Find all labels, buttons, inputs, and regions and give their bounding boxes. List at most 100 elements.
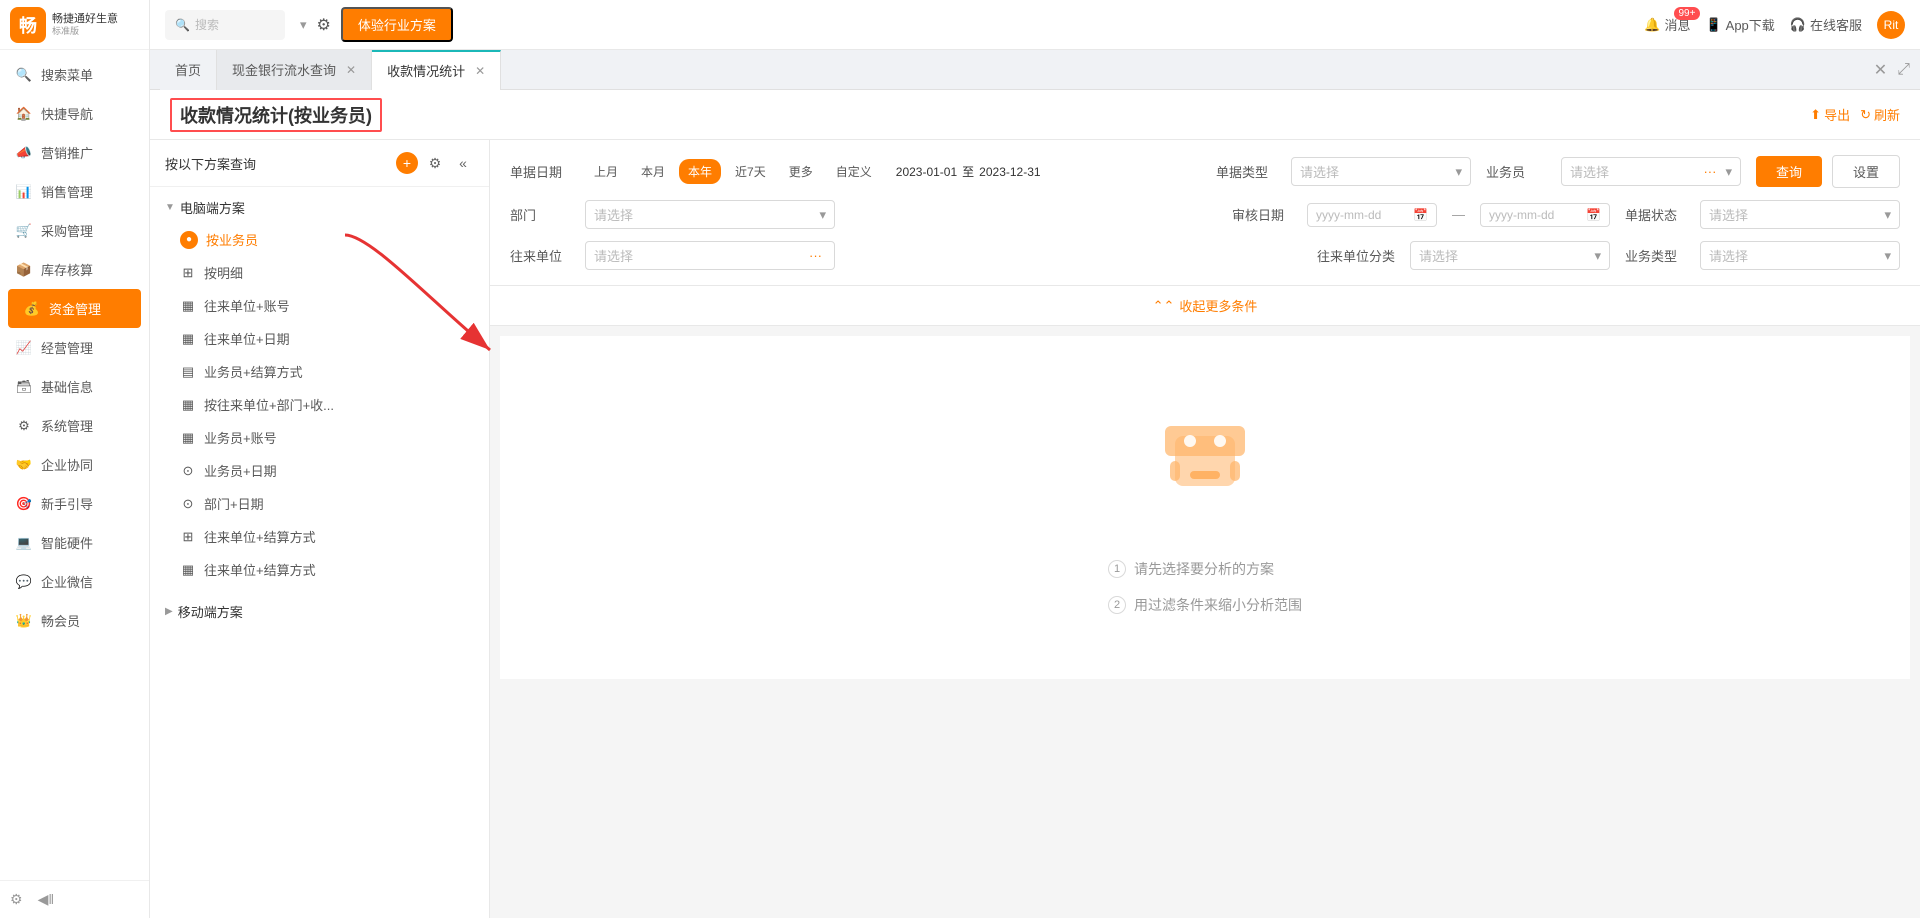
review-date-from-input[interactable]: yyyy-mm-dd 📅 bbox=[1307, 203, 1437, 227]
topnav-gear-icon[interactable]: ⚙ bbox=[317, 15, 331, 35]
sidebar-item-inventory[interactable]: 📦 库存核算 bbox=[0, 250, 149, 289]
scheme-item-partner-dept[interactable]: ▦ 按往来单位+部门+收... bbox=[150, 388, 489, 421]
sidebar-item-system[interactable]: ⚙ 系统管理 bbox=[0, 406, 149, 445]
close-all-tabs-icon[interactable]: ✕ bbox=[1874, 60, 1887, 80]
scheme-item-partner-account[interactable]: ▦ 往来单位+账号 bbox=[150, 289, 489, 322]
scheme-item-partner-settle1[interactable]: ⊞ 往来单位+结算方式 bbox=[150, 520, 489, 553]
left-panel-header-actions: + ⚙ « bbox=[396, 152, 474, 174]
biz-type-select[interactable]: 请选择 ▾ bbox=[1700, 241, 1900, 270]
desktop-section-toggle[interactable]: ▼ 电脑端方案 bbox=[150, 192, 489, 223]
scheme-item-partner-settle2[interactable]: ▦ 往来单位+结算方式 bbox=[150, 553, 489, 586]
dept-chevron-icon: ▾ bbox=[819, 207, 826, 223]
sidebar-item-smart[interactable]: 💻 智能硬件 bbox=[0, 523, 149, 562]
database-icon: 🗃 bbox=[15, 378, 33, 396]
topnav-dropdown-icon[interactable]: ▾ bbox=[300, 17, 307, 33]
review-date-to-input[interactable]: yyyy-mm-dd 📅 bbox=[1480, 203, 1610, 227]
collapse-more-conditions-bar[interactable]: ⌃⌃ 收起更多条件 bbox=[490, 286, 1920, 326]
topnav: 🔍 搜索 ▾ ⚙ 体验行业方案 🔔 消息 99+ 📱 App下载 🎧 在线客服 … bbox=[150, 0, 1920, 50]
sidebar-item-purchase[interactable]: 🛒 采购管理 bbox=[0, 211, 149, 250]
settings-bottom-icon[interactable]: ⚙ bbox=[10, 891, 23, 908]
online-service-button[interactable]: 🎧 在线客服 bbox=[1790, 15, 1862, 34]
scheme-settings-icon[interactable]: ⚙ bbox=[424, 152, 446, 174]
dept-label: 部门 bbox=[510, 205, 570, 224]
sidebar-item-guide[interactable]: 🎯 新手引导 bbox=[0, 484, 149, 523]
tree-section-desktop: ▼ 电脑端方案 ● 按业务员 ⊞ 按明细 ▦ 往来单位+账号 ▦ bbox=[150, 187, 489, 591]
partner-category-select[interactable]: 请选择 ▾ bbox=[1410, 241, 1610, 270]
query-button[interactable]: 查询 bbox=[1756, 156, 1822, 187]
calendar-from-icon[interactable]: 📅 bbox=[1413, 208, 1428, 222]
page-title: 收款情况统计(按业务员) bbox=[170, 98, 382, 132]
avatar: Rit bbox=[1877, 11, 1905, 39]
date-range-display: 2023-01-01 至 2023-12-31 bbox=[896, 163, 1041, 180]
sidebar-item-finance[interactable]: 💰 资金管理 bbox=[8, 289, 141, 328]
partner-more-icon[interactable]: ··· bbox=[809, 248, 822, 263]
doc-type-select[interactable]: 请选择 ▾ bbox=[1291, 157, 1471, 186]
sidebar-bottom: ⚙ ◀‖ bbox=[0, 880, 149, 918]
refresh-button[interactable]: ↻ 刷新 bbox=[1860, 105, 1900, 124]
more-options-icon[interactable]: ··· bbox=[1703, 164, 1716, 179]
scheme-item-salesperson-settle[interactable]: ▤ 业务员+结算方式 bbox=[150, 355, 489, 388]
sidebar-item-marketing[interactable]: 📣 营销推广 bbox=[0, 133, 149, 172]
user-menu-button[interactable]: Rit bbox=[1877, 11, 1905, 39]
bell-icon: 🔔 bbox=[1644, 17, 1660, 33]
dept-select[interactable]: 请选择 ▾ bbox=[585, 200, 835, 229]
scheme-item-partner-date[interactable]: ▦ 往来单位+日期 bbox=[150, 322, 489, 355]
doc-status-select[interactable]: 请选择 ▾ bbox=[1700, 200, 1900, 229]
scheme-item-by-salesperson[interactable]: ● 按业务员 bbox=[150, 223, 489, 256]
empty-state: 1 请先选择要分析的方案 2 用过滤条件来缩小分析范围 bbox=[500, 336, 1910, 679]
topnav-search[interactable]: 🔍 搜索 bbox=[165, 10, 285, 40]
salesperson-chevron-icon: ▾ bbox=[1725, 164, 1732, 180]
sidebar-item-wechat[interactable]: 💬 企业微信 bbox=[0, 562, 149, 601]
tabbar-right-actions: ✕ ⤢ bbox=[1874, 60, 1920, 80]
collapse-panel-icon[interactable]: « bbox=[452, 152, 474, 174]
collapse-icon: ⌃⌃ bbox=[1153, 298, 1175, 314]
collapse-sidebar-icon[interactable]: ◀‖ bbox=[38, 891, 55, 908]
scheme-item-dept-date[interactable]: ⊙ 部门+日期 bbox=[150, 487, 489, 520]
scheme-item-by-detail[interactable]: ⊞ 按明细 bbox=[150, 256, 489, 289]
filter-row-3: 往来单位 请选择 ··· 往来单位分类 请选择 ▾ 业务类型 请选择 ▾ bbox=[510, 241, 1900, 270]
app-download-button[interactable]: 📱 App下载 bbox=[1705, 15, 1774, 34]
left-panel-header: 按以下方案查询 + ⚙ « bbox=[150, 140, 489, 187]
settings-button[interactable]: 设置 bbox=[1832, 155, 1900, 188]
date-btn-this-year[interactable]: 本年 bbox=[679, 159, 721, 184]
tab-receipt-stats[interactable]: 收款情况统计 ✕ bbox=[372, 50, 501, 90]
date-btn-7days[interactable]: 近7天 bbox=[726, 159, 775, 184]
date-separator: — bbox=[1452, 207, 1465, 222]
export-button[interactable]: ⬆ 导出 bbox=[1810, 105, 1850, 124]
tab-bank-flow-close-icon[interactable]: ✕ bbox=[346, 63, 356, 77]
sidebar-item-quicknav[interactable]: 🏠 快捷导航 bbox=[0, 94, 149, 133]
scheme-item-salesperson-account[interactable]: ▦ 业务员+账号 bbox=[150, 421, 489, 454]
sidebar-item-sales[interactable]: 📊 销售管理 bbox=[0, 172, 149, 211]
topnav-right: 🔔 消息 99+ 📱 App下载 🎧 在线客服 Rit bbox=[1644, 11, 1905, 39]
sidebar-item-collab[interactable]: 🤝 企业协同 bbox=[0, 445, 149, 484]
message-button[interactable]: 🔔 消息 99+ bbox=[1644, 15, 1690, 34]
maximize-icon[interactable]: ⤢ bbox=[1897, 61, 1910, 79]
mobile-section-toggle[interactable]: ▶ 移动端方案 bbox=[150, 596, 489, 627]
search-icon: 🔍 bbox=[15, 66, 33, 84]
trending-icon: 📈 bbox=[15, 339, 33, 357]
sidebar-item-operations[interactable]: 📈 经营管理 bbox=[0, 328, 149, 367]
filter-row-1: 单据日期 上月 本月 本年 近7天 更多 自定义 2023-01-01 至 20… bbox=[510, 155, 1900, 188]
salesperson-select[interactable]: 请选择 ··· ▾ bbox=[1561, 157, 1741, 186]
device-icon: 💻 bbox=[15, 534, 33, 552]
date-btn-custom[interactable]: 自定义 bbox=[827, 159, 881, 184]
date-btn-last-month[interactable]: 上月 bbox=[585, 159, 627, 184]
partner-select[interactable]: 请选择 ··· bbox=[585, 241, 835, 270]
tab-bank-flow[interactable]: 现金银行流水查询 ✕ bbox=[217, 50, 372, 90]
add-scheme-button[interactable]: + bbox=[396, 152, 418, 174]
sidebar-item-member[interactable]: 👑 畅会员 bbox=[0, 601, 149, 640]
trial-button[interactable]: 体验行业方案 bbox=[341, 7, 453, 42]
grid2-icon: ⊞ bbox=[180, 529, 196, 545]
tab-home[interactable]: 首页 bbox=[160, 50, 217, 90]
date-btn-more[interactable]: 更多 bbox=[780, 159, 822, 184]
empty-step-1: 1 请先选择要分析的方案 bbox=[1108, 555, 1302, 583]
main-content: 收款情况统计(按业务员) ⬆ 导出 ↻ 刷新 按以下方案查询 + ⚙ bbox=[150, 90, 1920, 918]
filter-area: 单据日期 上月 本月 本年 近7天 更多 自定义 2023-01-01 至 20… bbox=[490, 140, 1920, 286]
scheme-item-salesperson-date[interactable]: ⊙ 业务员+日期 bbox=[150, 454, 489, 487]
sidebar-item-base[interactable]: 🗃 基础信息 bbox=[0, 367, 149, 406]
sidebar-item-search[interactable]: 🔍 搜索菜单 bbox=[0, 55, 149, 94]
tab-receipt-stats-close-icon[interactable]: ✕ bbox=[475, 64, 485, 78]
partner-category-label: 往来单位分类 bbox=[1317, 246, 1395, 265]
date-btn-this-month[interactable]: 本月 bbox=[632, 159, 674, 184]
calendar-to-icon[interactable]: 📅 bbox=[1586, 208, 1601, 222]
